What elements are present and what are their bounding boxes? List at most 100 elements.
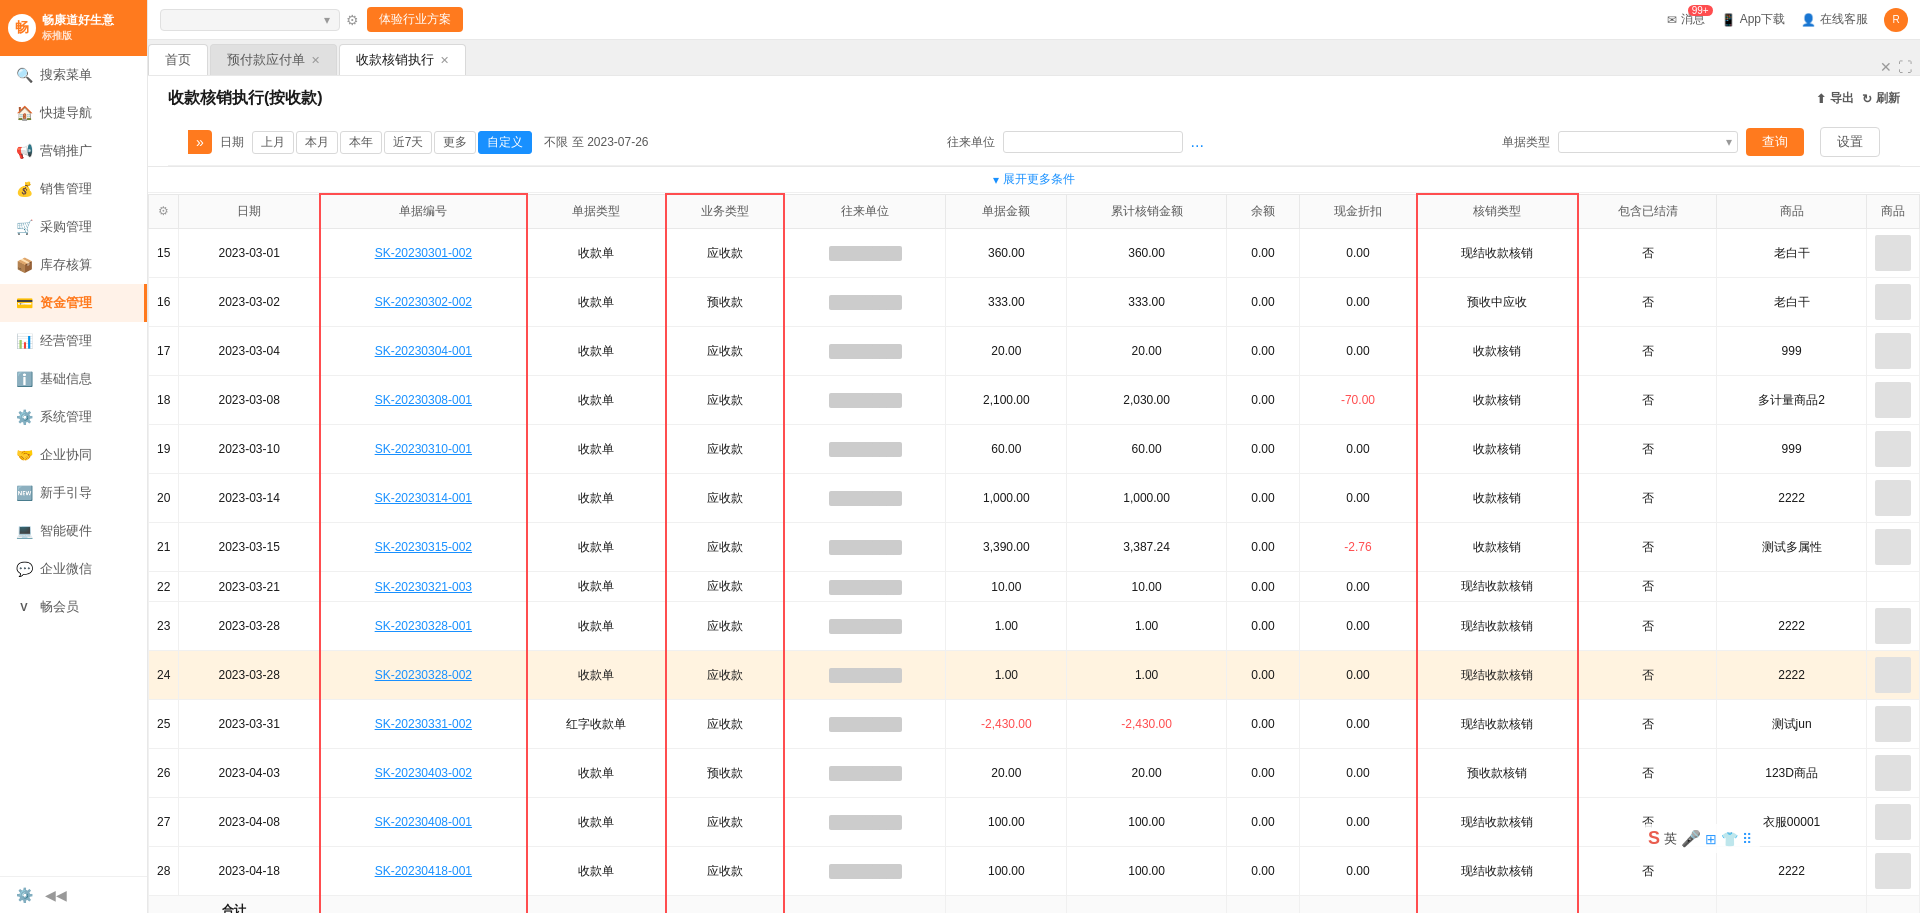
tab-collection[interactable]: 收款核销执行 ✕ [339,44,466,75]
cell-amount: 100.00 [946,847,1067,896]
bill-no-link[interactable]: SK-20230331-002 [375,717,472,731]
cell-include-settled: 否 [1578,376,1717,425]
th-bill-type: 单据类型 [527,194,667,229]
total-balance [1226,896,1299,914]
app-download-button[interactable]: 📱 App下载 [1721,11,1785,28]
user-avatar[interactable]: R [1884,8,1908,32]
cell-counterpart: ████████ [784,376,945,425]
expand-conditions-button[interactable]: ▾ 展开更多条件 [993,171,1075,188]
tabs-bar: 首页 预付款应付单 ✕ 收款核销执行 ✕ ✕ ⛶ [148,40,1920,76]
bill-no-link[interactable]: SK-20230408-001 [375,815,472,829]
settings-button[interactable]: 设置 [1820,127,1880,157]
tab-prepay[interactable]: 预付款应付单 ✕ [210,44,337,75]
sidebar-item-vip[interactable]: V 畅会员 [0,588,147,626]
table-row: 24 2023-03-28 SK-20230328-002 收款单 应收款 ██… [149,651,1920,700]
cell-no: 18 [149,376,179,425]
filter-toggle-button[interactable]: » [188,130,212,154]
cell-verify-type: 现结收款核销 [1417,847,1578,896]
tab-prepay-close-icon[interactable]: ✕ [311,54,320,67]
tab-close-window-icon[interactable]: ✕ [1880,59,1892,75]
bill-no-link[interactable]: SK-20230321-003 [375,580,472,594]
bill-no-link[interactable]: SK-20230403-002 [375,766,472,780]
collapse-icon[interactable]: ◀◀ [45,887,67,903]
export-button[interactable]: ⬆ 导出 [1816,90,1854,107]
last-7days-btn[interactable]: 近7天 [384,131,433,154]
query-button[interactable]: 查询 [1746,128,1804,156]
bill-no-link[interactable]: SK-20230308-001 [375,393,472,407]
refresh-label: 刷新 [1876,90,1900,107]
cell-verify-amount: 20.00 [1067,749,1226,798]
counterpart-dots[interactable]: ... [1191,133,1204,151]
content-area: 收款核销执行(按收款) ⬆ 导出 ↻ 刷新 » 日期 上月 [148,76,1920,913]
bill-no-link[interactable]: SK-20230310-001 [375,442,472,456]
bill-no-link[interactable]: SK-20230314-001 [375,491,472,505]
sidebar-item-finance[interactable]: 💳 资金管理 [0,284,147,322]
sidebar-item-wechat[interactable]: 💬 企业微信 [0,550,147,588]
counterpart-input[interactable] [1003,131,1183,153]
vip-icon: V [16,601,32,613]
online-support-button[interactable]: 👤 在线客服 [1801,11,1868,28]
sidebar-item-purchase[interactable]: 🛒 采购管理 [0,208,147,246]
tab-home[interactable]: 首页 [148,44,208,75]
sidebar-item-operations[interactable]: 📊 经营管理 [0,322,147,360]
sidebar-item-guide[interactable]: 🆕 新手引导 [0,474,147,512]
sidebar-item-marketing[interactable]: 📢 营销推广 [0,132,147,170]
filter-bar: » 日期 上月 本月 本年 近7天 更多 自定义 不限 至 2023-07-26… [168,119,1900,166]
tab-collection-close-icon[interactable]: ✕ [440,54,449,67]
sidebar-item-search[interactable]: 🔍 搜索菜单 [0,56,147,94]
sidebar-item-hardware[interactable]: 💻 智能硬件 [0,512,147,550]
bill-no-link[interactable]: SK-20230304-001 [375,344,472,358]
sidebar-item-sales[interactable]: 💰 销售管理 [0,170,147,208]
bill-no-link[interactable]: SK-20230315-002 [375,540,472,554]
last-month-btn[interactable]: 上月 [252,131,294,154]
sidebar-label-hardware: 智能硬件 [40,522,92,540]
watermark-grid-icon: ⊞ [1705,831,1717,847]
cell-balance: 0.00 [1226,327,1299,376]
cell-balance: 0.00 [1226,425,1299,474]
custom-date-btn[interactable]: 自定义 [478,131,532,154]
sidebar-item-enterprise[interactable]: 🤝 企业协同 [0,436,147,474]
watermark-mic-icon: 🎤 [1681,829,1701,848]
cell-amount: 2,100.00 [946,376,1067,425]
sidebar-item-quicknav[interactable]: 🏠 快捷导航 [0,94,147,132]
industry-solution-button[interactable]: 体验行业方案 [367,7,463,32]
total-product [1717,896,1867,914]
this-month-btn[interactable]: 本月 [296,131,338,154]
bill-no-link[interactable]: SK-20230302-002 [375,295,472,309]
bill-no-link[interactable]: SK-20230328-002 [375,668,472,682]
settings-footer-icon[interactable]: ⚙️ [16,887,33,903]
cell-date: 2023-03-14 [179,474,320,523]
this-year-btn[interactable]: 本年 [340,131,382,154]
cell-verify-type: 收款核销 [1417,376,1578,425]
cell-amount: 1,000.00 [946,474,1067,523]
topbar-search-input[interactable] [160,9,340,31]
table-row: 16 2023-03-02 SK-20230302-002 收款单 预收款 ██… [149,278,1920,327]
more-date-btn[interactable]: 更多 [434,131,476,154]
cell-amount: 360.00 [946,229,1067,278]
voucher-type-input[interactable] [1558,131,1738,153]
sidebar-item-basic[interactable]: ℹ️ 基础信息 [0,360,147,398]
cell-bill-type: 收款单 [527,651,667,700]
tab-maximize-icon[interactable]: ⛶ [1898,59,1912,75]
cell-product: 123D商品 [1717,749,1867,798]
refresh-button[interactable]: ↻ 刷新 [1862,90,1900,107]
topbar-dropdown-icon: ▾ [324,13,330,27]
purchase-icon: 🛒 [16,219,32,235]
sidebar-item-system[interactable]: ⚙️ 系统管理 [0,398,147,436]
messages-button[interactable]: ✉ 消息 99+ [1667,11,1705,28]
sidebar-label-sales: 销售管理 [40,180,92,198]
topbar-gear-icon[interactable]: ⚙ [346,12,359,28]
cell-balance: 0.00 [1226,700,1299,749]
cell-product2 [1867,602,1920,651]
cell-date: 2023-04-08 [179,798,320,847]
bill-no-link[interactable]: SK-20230301-002 [375,246,472,260]
cell-product2 [1867,572,1920,602]
cell-balance: 0.00 [1226,474,1299,523]
sidebar-label-marketing: 营销推广 [40,142,92,160]
bill-no-link[interactable]: SK-20230328-001 [375,619,472,633]
bill-no-link[interactable]: SK-20230418-001 [375,864,472,878]
sidebar-label-vip: 畅会员 [40,598,79,616]
sidebar-item-inventory[interactable]: 📦 库存核算 [0,246,147,284]
cell-include-settled: 否 [1578,700,1717,749]
col-settings[interactable]: ⚙ [149,194,179,229]
